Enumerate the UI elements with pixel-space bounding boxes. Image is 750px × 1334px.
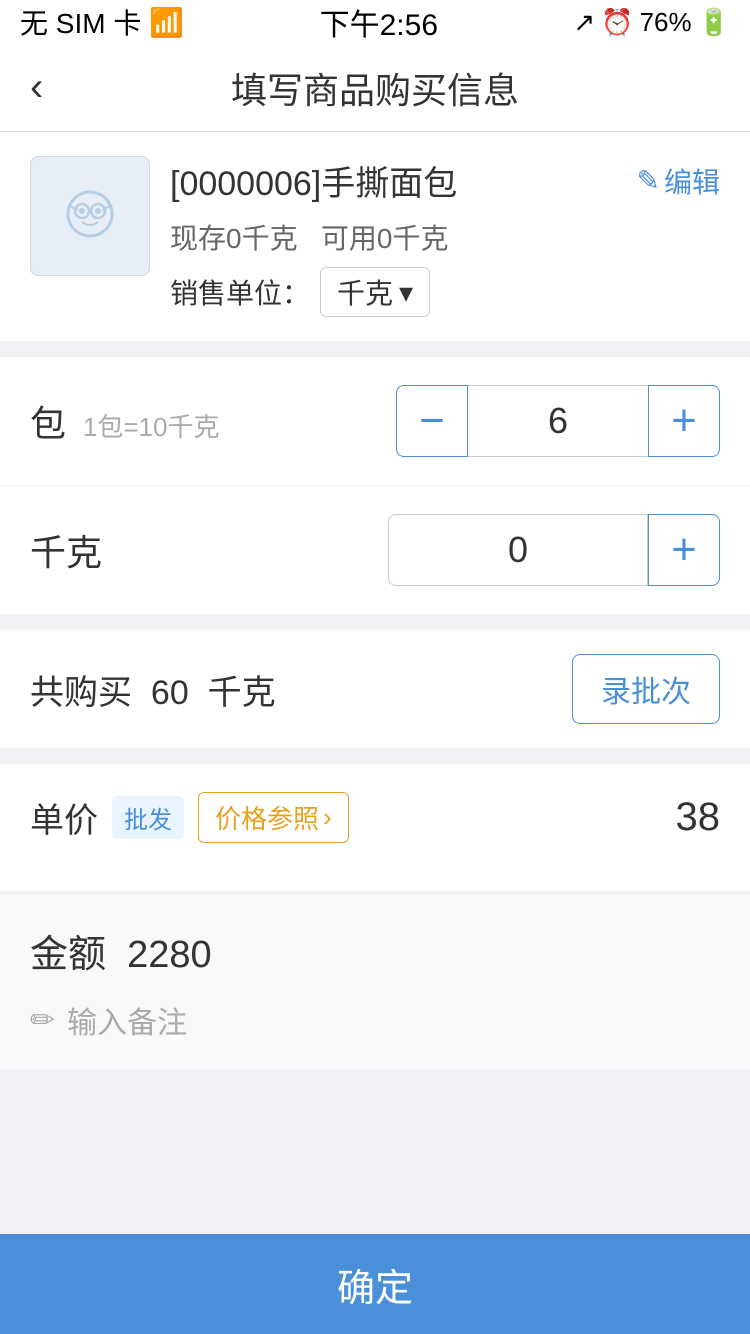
kg-qty-input[interactable] xyxy=(388,514,648,586)
confirm-bar[interactable]: 确定 xyxy=(0,1234,750,1334)
quantity-section: 包 1包=10千克 − + 千克 + xyxy=(0,357,750,614)
edit-label: 编辑 xyxy=(664,161,720,201)
stock-text: 现存0千克 xyxy=(170,223,298,254)
package-increment-button[interactable]: + xyxy=(648,385,720,457)
unit-value: 千克 xyxy=(337,272,393,312)
note-placeholder: 输入备注 xyxy=(67,998,187,1042)
amount-row: 金额 2280 xyxy=(30,923,720,978)
nav-bar: ‹ 填写商品购买信息 xyxy=(0,44,750,132)
product-card: [0000006]手撕面包 ✎ 编辑 现存0千克 可用0千克 销售单位： 千克 … xyxy=(0,132,750,341)
total-unit: 千克 xyxy=(208,674,276,712)
kg-qty-control: + xyxy=(388,514,720,586)
batch-button[interactable]: 录批次 xyxy=(572,654,720,724)
available-text: 可用0千克 xyxy=(321,223,449,254)
package-row: 包 1包=10千克 − + xyxy=(0,357,750,486)
price-row: 单价 批发 价格参照 › 38 xyxy=(30,792,720,843)
amount-section: 金额 2280 ✏ 输入备注 xyxy=(0,895,750,1070)
alarm-icon: ⏰ xyxy=(601,7,633,38)
edit-icon: ✎ xyxy=(637,164,660,197)
unit-price-label: 单价 xyxy=(30,793,98,842)
package-qty-input[interactable] xyxy=(468,385,648,457)
amount-label: 金额 xyxy=(30,934,106,976)
package-label-group: 包 1包=10千克 xyxy=(30,395,219,447)
total-row: 共购买 60 千克 录批次 xyxy=(0,630,750,748)
note-row[interactable]: ✏ 输入备注 xyxy=(30,998,720,1042)
battery-icon: 🔋 xyxy=(698,7,730,38)
price-section: 单价 批发 价格参照 › 38 xyxy=(0,764,750,891)
battery-text: 76% xyxy=(640,7,692,38)
package-decrement-button[interactable]: − xyxy=(396,385,468,457)
status-left: 无 SIM 卡 📶 xyxy=(20,2,184,42)
bottom-spacer xyxy=(0,1070,750,1170)
total-text: 共购买 60 千克 xyxy=(30,665,276,714)
package-qty-control: − + xyxy=(396,385,720,457)
price-ref-arrow: › xyxy=(323,802,332,833)
product-stock: 现存0千克 可用0千克 xyxy=(170,217,720,257)
kg-label: 千克 xyxy=(30,524,102,576)
location-icon: ↗ xyxy=(573,7,595,38)
price-ref-button[interactable]: 价格参照 › xyxy=(198,792,349,843)
total-label: 共购买 xyxy=(30,674,132,712)
unit-dropdown-arrow: ▾ xyxy=(399,276,413,309)
status-right: ↗ ⏰ 76% 🔋 xyxy=(573,7,730,38)
wifi-icon: 📶 xyxy=(149,6,184,39)
package-hint: 1包=10千克 xyxy=(83,412,220,442)
carrier-text: 无 SIM 卡 xyxy=(20,2,141,42)
price-left: 单价 批发 价格参照 › xyxy=(30,792,349,843)
total-amount: 60 xyxy=(151,674,189,712)
product-thumbnail-icon xyxy=(60,186,120,246)
product-unit-row: 销售单位： 千克 ▾ xyxy=(170,267,720,317)
product-name-row: [0000006]手撕面包 ✎ 编辑 xyxy=(170,156,720,205)
kg-row: 千克 + xyxy=(0,486,750,614)
product-name: [0000006]手撕面包 xyxy=(170,156,457,205)
amount-value: 2280 xyxy=(127,934,212,976)
price-type-tag: 批发 xyxy=(112,796,184,839)
price-value: 38 xyxy=(676,795,721,840)
price-ref-label: 价格参照 xyxy=(215,799,319,836)
note-icon: ✏ xyxy=(30,1003,55,1038)
edit-button[interactable]: ✎ 编辑 xyxy=(637,161,720,201)
back-button[interactable]: ‹ xyxy=(20,55,53,120)
unit-label: 销售单位： xyxy=(170,272,310,312)
product-info: [0000006]手撕面包 ✎ 编辑 现存0千克 可用0千克 销售单位： 千克 … xyxy=(170,156,720,317)
product-image xyxy=(30,156,150,276)
status-time: 下午2:56 xyxy=(320,0,438,44)
kg-increment-button[interactable]: + xyxy=(648,514,720,586)
status-bar: 无 SIM 卡 📶 下午2:56 ↗ ⏰ 76% 🔋 xyxy=(0,0,750,44)
unit-select[interactable]: 千克 ▾ xyxy=(320,267,430,317)
main-content: [0000006]手撕面包 ✎ 编辑 现存0千克 可用0千克 销售单位： 千克 … xyxy=(0,132,750,1170)
confirm-button-label: 确定 xyxy=(337,1257,413,1312)
page-title: 填写商品购买信息 xyxy=(231,62,519,114)
package-label: 包 xyxy=(30,403,66,444)
